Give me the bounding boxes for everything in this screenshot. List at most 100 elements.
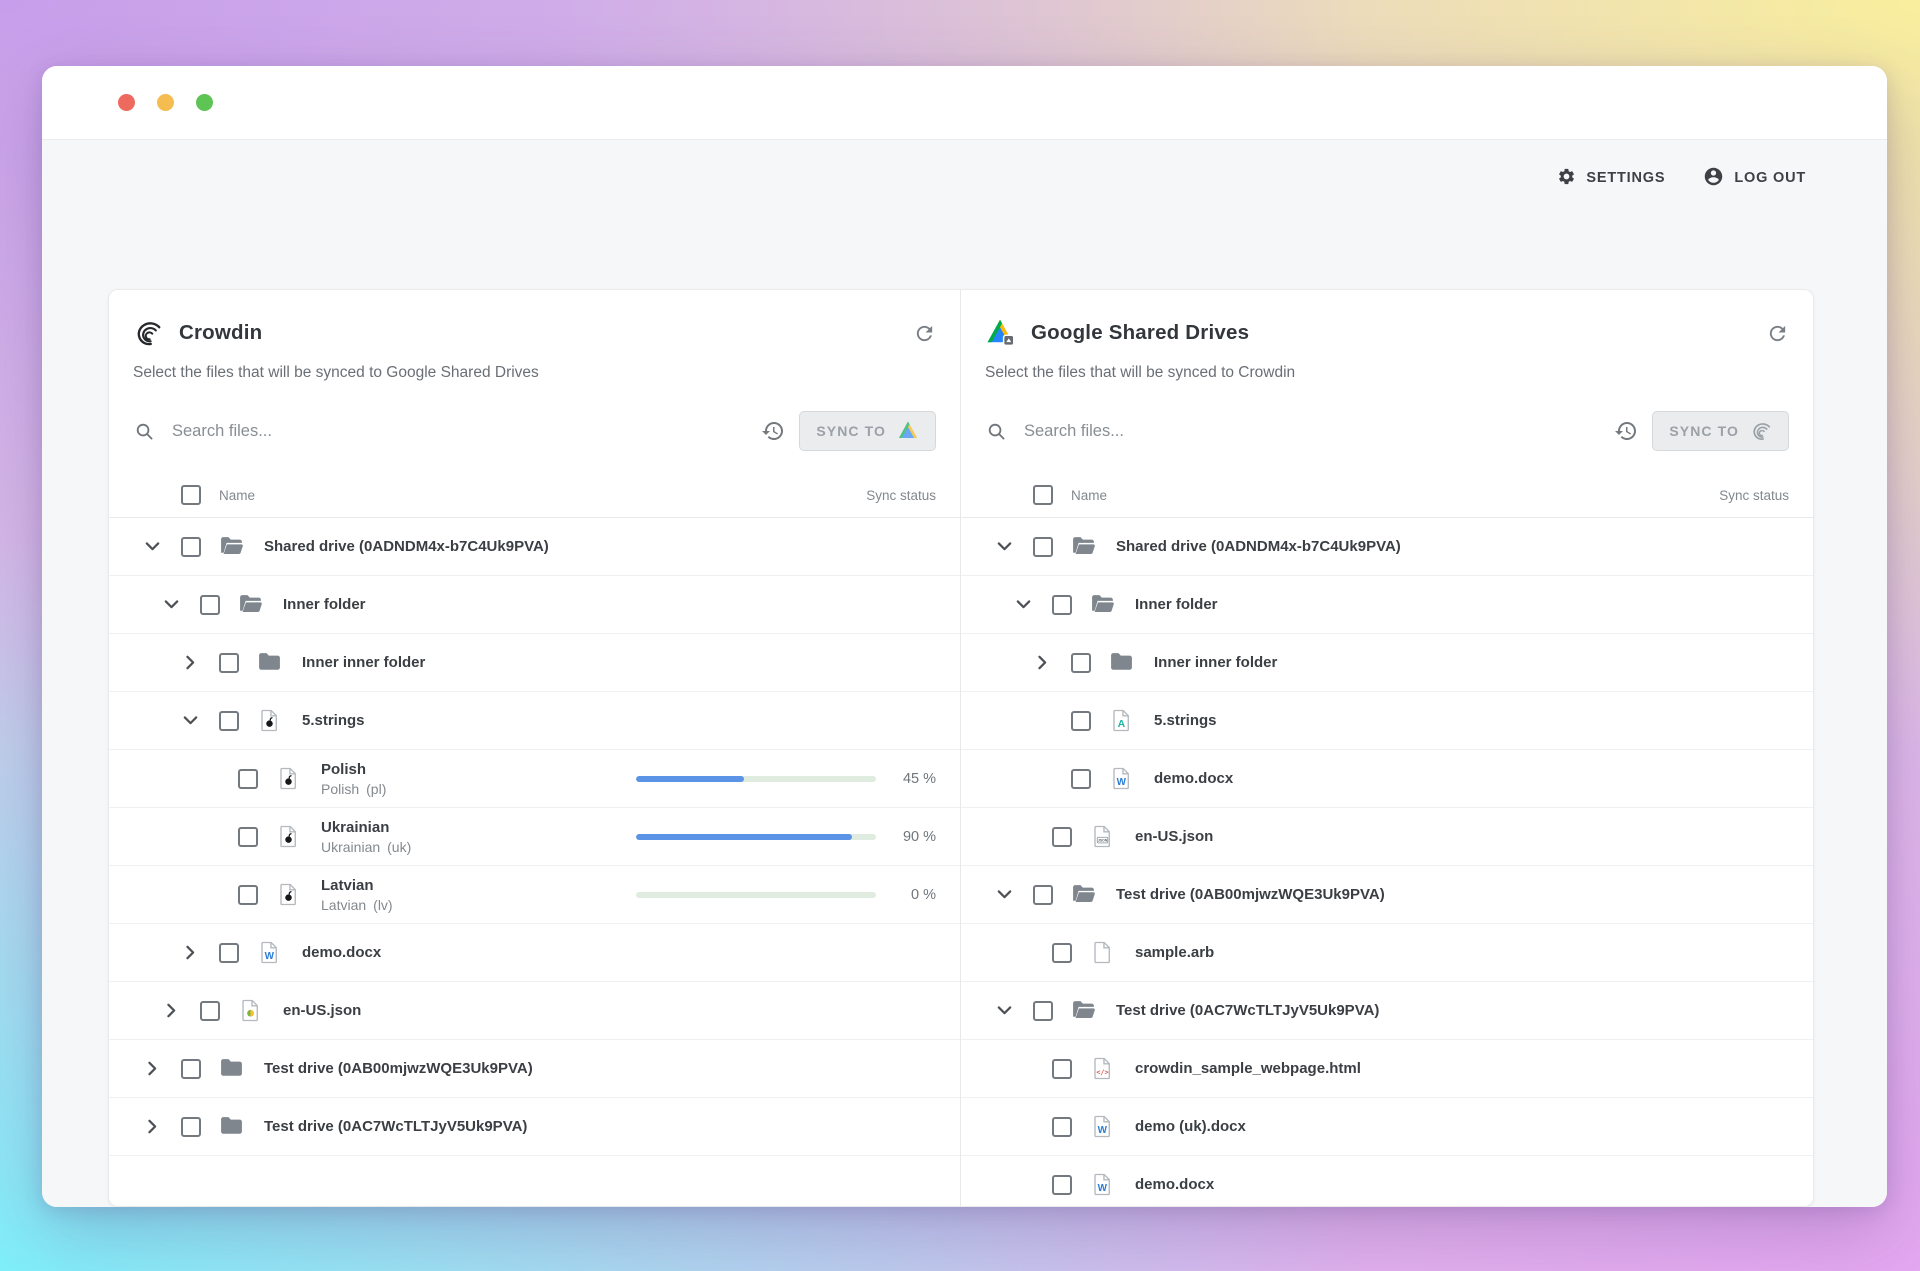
file-tree: Shared drive (0ADNDM4x-b7C4Uk9PVA) Inner…: [109, 518, 960, 1156]
row-name: Ukrainian: [321, 818, 390, 836]
tree-row: Inner inner folder: [961, 634, 1813, 692]
panel-subtitle: Select the files that will be synced to …: [133, 364, 539, 381]
logout-button[interactable]: LOG OUT: [1703, 166, 1806, 191]
row-checkbox[interactable]: [1033, 536, 1053, 557]
row-checkbox[interactable]: [1033, 884, 1053, 905]
row-checkbox[interactable]: [1052, 942, 1072, 963]
row-checkbox[interactable]: [219, 710, 239, 731]
row-checkbox[interactable]: [238, 884, 258, 905]
collapse-toggle[interactable]: [994, 1000, 1015, 1021]
select-all-checkbox[interactable]: [181, 485, 201, 505]
settings-button[interactable]: SETTINGS: [1557, 167, 1665, 190]
strings-file-icon: [280, 767, 296, 790]
sync-status-cell: 90 %: [636, 829, 936, 845]
word-file-icon: W: [1094, 1173, 1110, 1196]
column-header-sync-status: Sync status: [1719, 487, 1789, 503]
folder-open-icon: [1073, 1001, 1095, 1018]
minimize-window-button[interactable]: [157, 94, 174, 111]
word-file-icon: W: [1113, 767, 1129, 790]
row-language: Polish (pl): [321, 780, 387, 797]
tree-row: Latvian Latvian (lv) 0 %: [109, 866, 960, 924]
row-checkbox[interactable]: [181, 536, 201, 557]
row-name: 5.strings: [1154, 712, 1217, 729]
folder-open-icon: [1073, 537, 1095, 554]
row-checkbox[interactable]: [200, 594, 220, 615]
row-name: Shared drive (0ADNDM4x-b7C4Uk9PVA): [1116, 538, 1401, 555]
row-checkbox[interactable]: [1052, 1058, 1072, 1079]
row-checkbox[interactable]: [181, 1058, 201, 1079]
row-checkbox[interactable]: [219, 942, 239, 963]
row-checkbox[interactable]: [238, 768, 258, 789]
chevron-down-icon: [145, 542, 159, 551]
panel-title: Google Shared Drives: [1031, 321, 1250, 344]
row-checkbox[interactable]: [1052, 1116, 1072, 1137]
collapse-toggle[interactable]: [994, 536, 1015, 557]
sync-to-button[interactable]: SYNC TO: [1652, 411, 1789, 451]
row-name: Inner folder: [1135, 596, 1218, 613]
history-icon: [1615, 422, 1637, 440]
crowdin-panel: Crowdin Select the files that will be sy…: [109, 290, 961, 1206]
search-input[interactable]: [170, 420, 762, 442]
row-checkbox[interactable]: [238, 826, 258, 847]
row-name: Inner inner folder: [302, 654, 426, 671]
chevron-right-icon: [147, 1061, 156, 1076]
refresh-icon: [916, 325, 933, 341]
row-checkbox[interactable]: [1071, 710, 1091, 731]
row-name: sample.arb: [1135, 944, 1215, 961]
tree-row: Ukrainian Ukrainian (uk) 90 %: [109, 808, 960, 866]
search-input[interactable]: [1022, 420, 1615, 442]
collapse-toggle[interactable]: [1013, 594, 1034, 615]
tree-row: Test drive (0AC7WcTLTJyV5Uk9PVA): [961, 982, 1813, 1040]
collapse-toggle[interactable]: [161, 594, 182, 615]
row-checkbox[interactable]: [1071, 652, 1091, 673]
google-drive-logo: [898, 421, 918, 439]
row-name: Shared drive (0ADNDM4x-b7C4Uk9PVA): [264, 538, 549, 555]
row-name: en-US.json: [283, 1002, 362, 1019]
tree-row: JSON en-US.json: [961, 808, 1813, 866]
svg-text:</>: </>: [1096, 1068, 1108, 1076]
sync-to-button[interactable]: SYNC TO: [799, 411, 936, 451]
html-file-icon: </>: [1094, 1057, 1110, 1080]
row-checkbox[interactable]: [1052, 1174, 1072, 1195]
folder-closed-icon: [259, 653, 280, 670]
word-file-icon: W: [1094, 1115, 1110, 1138]
sync-history-button[interactable]: [761, 419, 785, 443]
expand-toggle[interactable]: [142, 1058, 163, 1079]
json-file-icon: JSON: [1094, 825, 1110, 848]
zoom-window-button[interactable]: [196, 94, 213, 111]
select-all-checkbox[interactable]: [1033, 485, 1053, 505]
expand-toggle[interactable]: [161, 1000, 182, 1021]
tree-row: Test drive (0AB00mjwzWQE3Uk9PVA): [961, 866, 1813, 924]
collapse-toggle[interactable]: [994, 884, 1015, 905]
folder-open-icon: [1092, 595, 1114, 612]
row-checkbox[interactable]: [1052, 594, 1072, 615]
refresh-button[interactable]: [1766, 322, 1789, 345]
row-name: crowdin_sample_webpage.html: [1135, 1060, 1361, 1077]
close-window-button[interactable]: [118, 94, 135, 111]
collapse-toggle[interactable]: [142, 536, 163, 557]
row-name: Test drive (0AB00mjwzWQE3Uk9PVA): [1116, 886, 1385, 903]
row-name: demo.docx: [1154, 770, 1234, 787]
settings-label: SETTINGS: [1586, 170, 1666, 186]
row-checkbox[interactable]: [181, 1116, 201, 1137]
tree-row: </> crowdin_sample_webpage.html: [961, 1040, 1813, 1098]
row-checkbox[interactable]: [219, 652, 239, 673]
tree-row: W demo.docx: [961, 750, 1813, 808]
row-checkbox[interactable]: [1033, 1000, 1053, 1021]
app-window: SETTINGS LOG OUT Crowdin Select the file…: [42, 66, 1887, 1207]
row-checkbox[interactable]: [200, 1000, 220, 1021]
gear-icon: [1557, 167, 1576, 190]
svg-text:W: W: [1117, 777, 1127, 788]
row-checkbox[interactable]: [1071, 768, 1091, 789]
word-file-icon: W: [261, 941, 277, 964]
refresh-button[interactable]: [913, 322, 936, 345]
expand-toggle[interactable]: [180, 652, 201, 673]
tree-row: Inner folder: [109, 576, 960, 634]
sync-to-label: SYNC TO: [816, 423, 886, 439]
expand-toggle[interactable]: [1032, 652, 1053, 673]
expand-toggle[interactable]: [142, 1116, 163, 1137]
row-checkbox[interactable]: [1052, 826, 1072, 847]
collapse-toggle[interactable]: [180, 710, 201, 731]
sync-history-button[interactable]: [1614, 419, 1638, 443]
expand-toggle[interactable]: [180, 942, 201, 963]
